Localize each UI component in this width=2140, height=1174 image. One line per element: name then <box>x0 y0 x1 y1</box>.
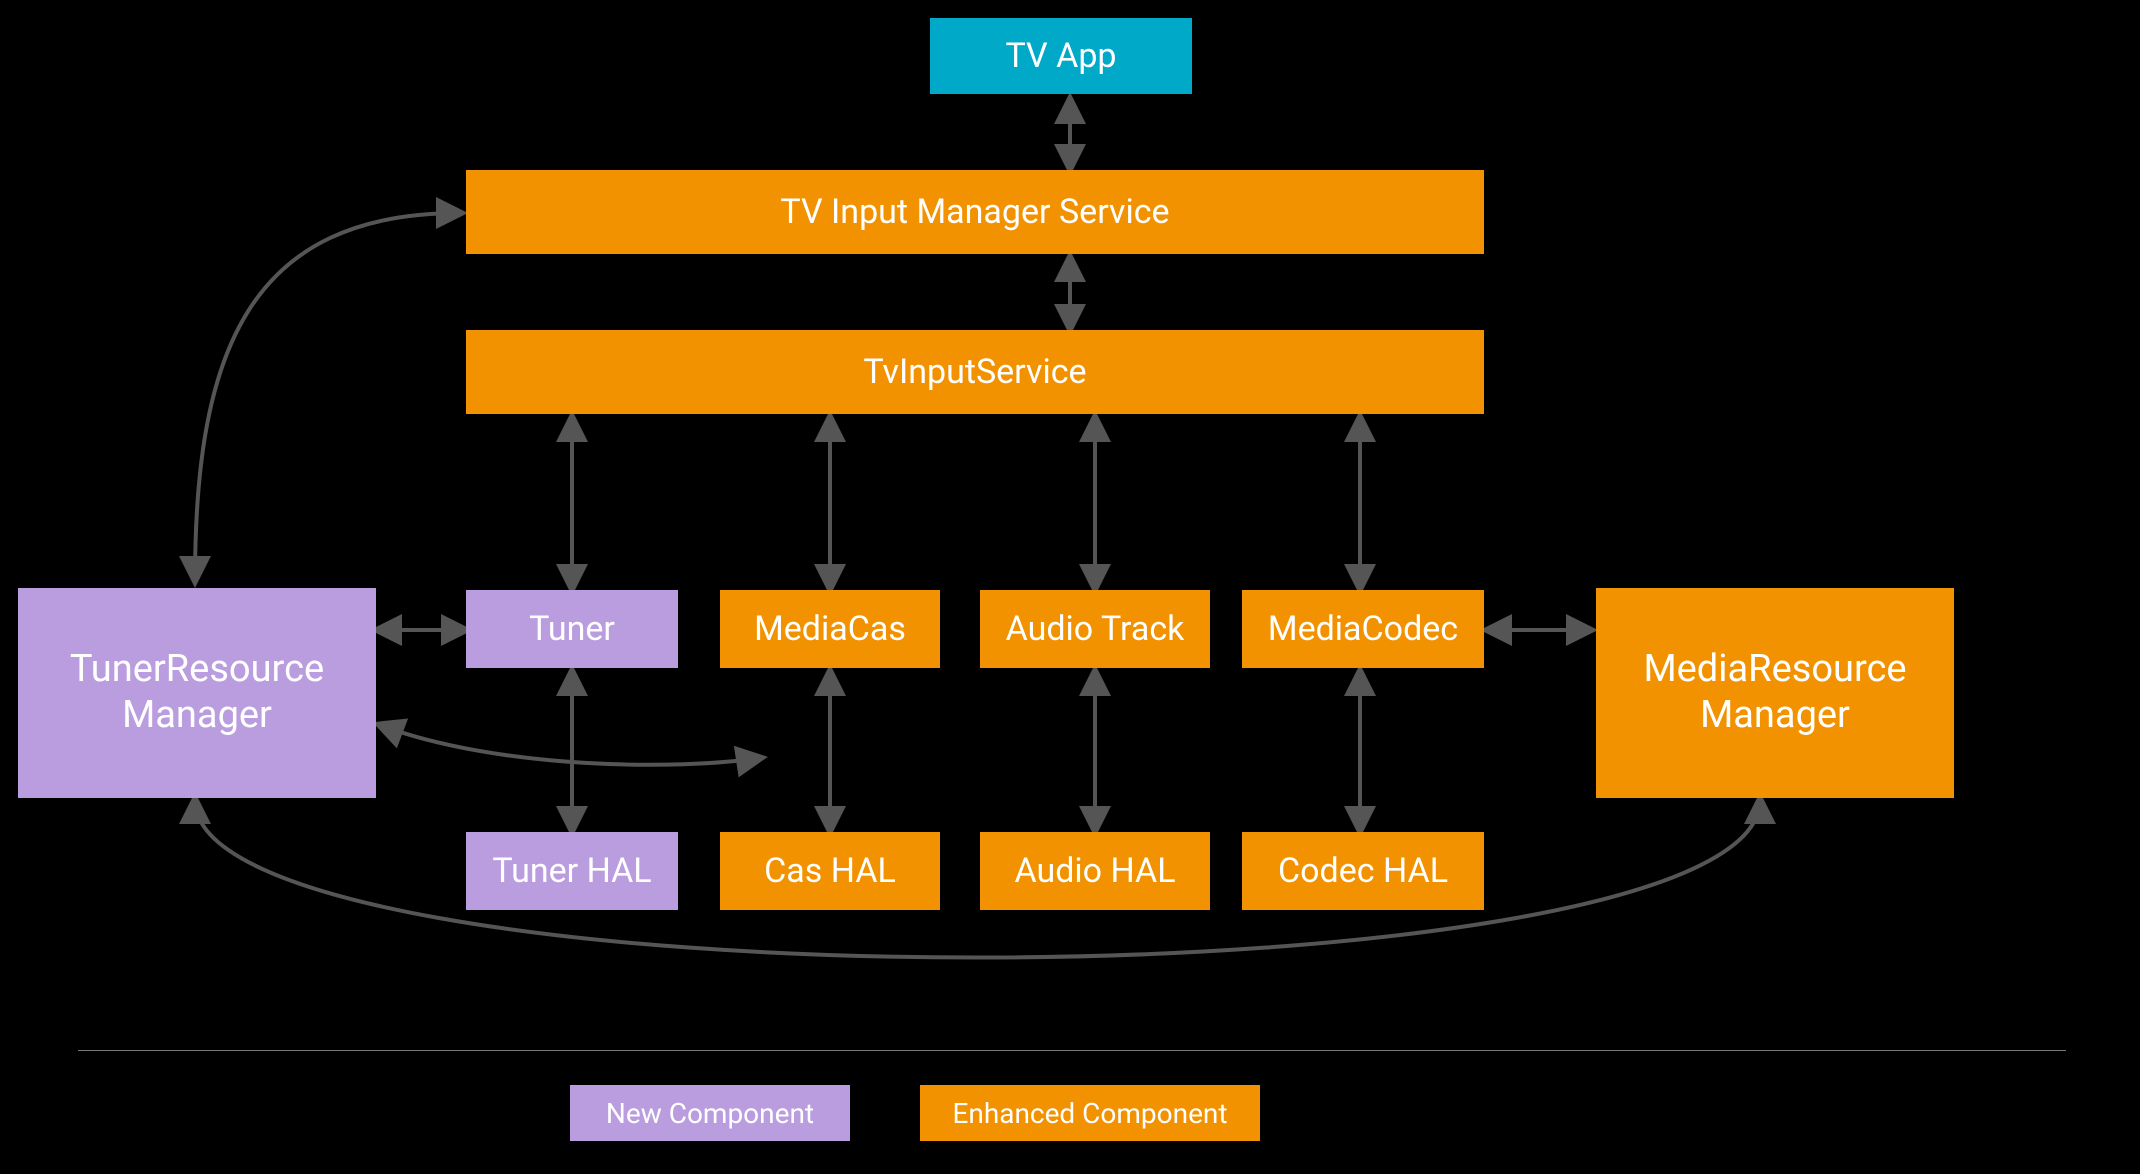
tuner-resource-manager-label-1: TunerResource <box>70 647 324 693</box>
media-codec-label: MediaCodec <box>1268 609 1458 650</box>
tv-input-manager-service-box: TV Input Manager Service <box>466 170 1484 254</box>
tuner-label: Tuner <box>529 609 615 650</box>
tuner-hal-label: Tuner HAL <box>492 851 651 892</box>
cas-hal-label: Cas HAL <box>764 851 896 892</box>
tuner-box: Tuner <box>466 590 678 668</box>
audio-hal-label: Audio HAL <box>1014 851 1175 892</box>
tv-app-box: TV App <box>930 18 1192 94</box>
audio-hal-box: Audio HAL <box>980 832 1210 910</box>
media-codec-box: MediaCodec <box>1242 590 1484 668</box>
audio-track-label: Audio Track <box>1006 609 1185 650</box>
tv-input-service-box: TvInputService <box>466 330 1484 414</box>
legend-enhanced-component-label: Enhanced Component <box>952 1097 1227 1130</box>
media-resource-manager-label-2: Manager <box>1643 693 1906 739</box>
legend-enhanced-component: Enhanced Component <box>920 1085 1260 1141</box>
cas-hal-box: Cas HAL <box>720 832 940 910</box>
media-resource-manager-box: MediaResource Manager <box>1596 588 1954 798</box>
tuner-hal-box: Tuner HAL <box>466 832 678 910</box>
media-resource-manager-label-1: MediaResource <box>1643 647 1906 693</box>
tv-input-manager-service-label: TV Input Manager Service <box>780 192 1169 233</box>
audio-track-box: Audio Track <box>980 590 1210 668</box>
legend-divider <box>78 1050 2066 1051</box>
media-cas-box: MediaCas <box>720 590 940 668</box>
tv-input-service-label: TvInputService <box>863 352 1086 393</box>
legend-new-component: New Component <box>570 1085 850 1141</box>
tv-app-label: TV App <box>1006 36 1117 77</box>
legend-new-component-label: New Component <box>606 1097 814 1130</box>
codec-hal-label: Codec HAL <box>1278 851 1448 892</box>
tuner-resource-manager-label-2: Manager <box>70 693 324 739</box>
tuner-resource-manager-box: TunerResource Manager <box>18 588 376 798</box>
media-cas-label: MediaCas <box>754 609 906 650</box>
codec-hal-box: Codec HAL <box>1242 832 1484 910</box>
